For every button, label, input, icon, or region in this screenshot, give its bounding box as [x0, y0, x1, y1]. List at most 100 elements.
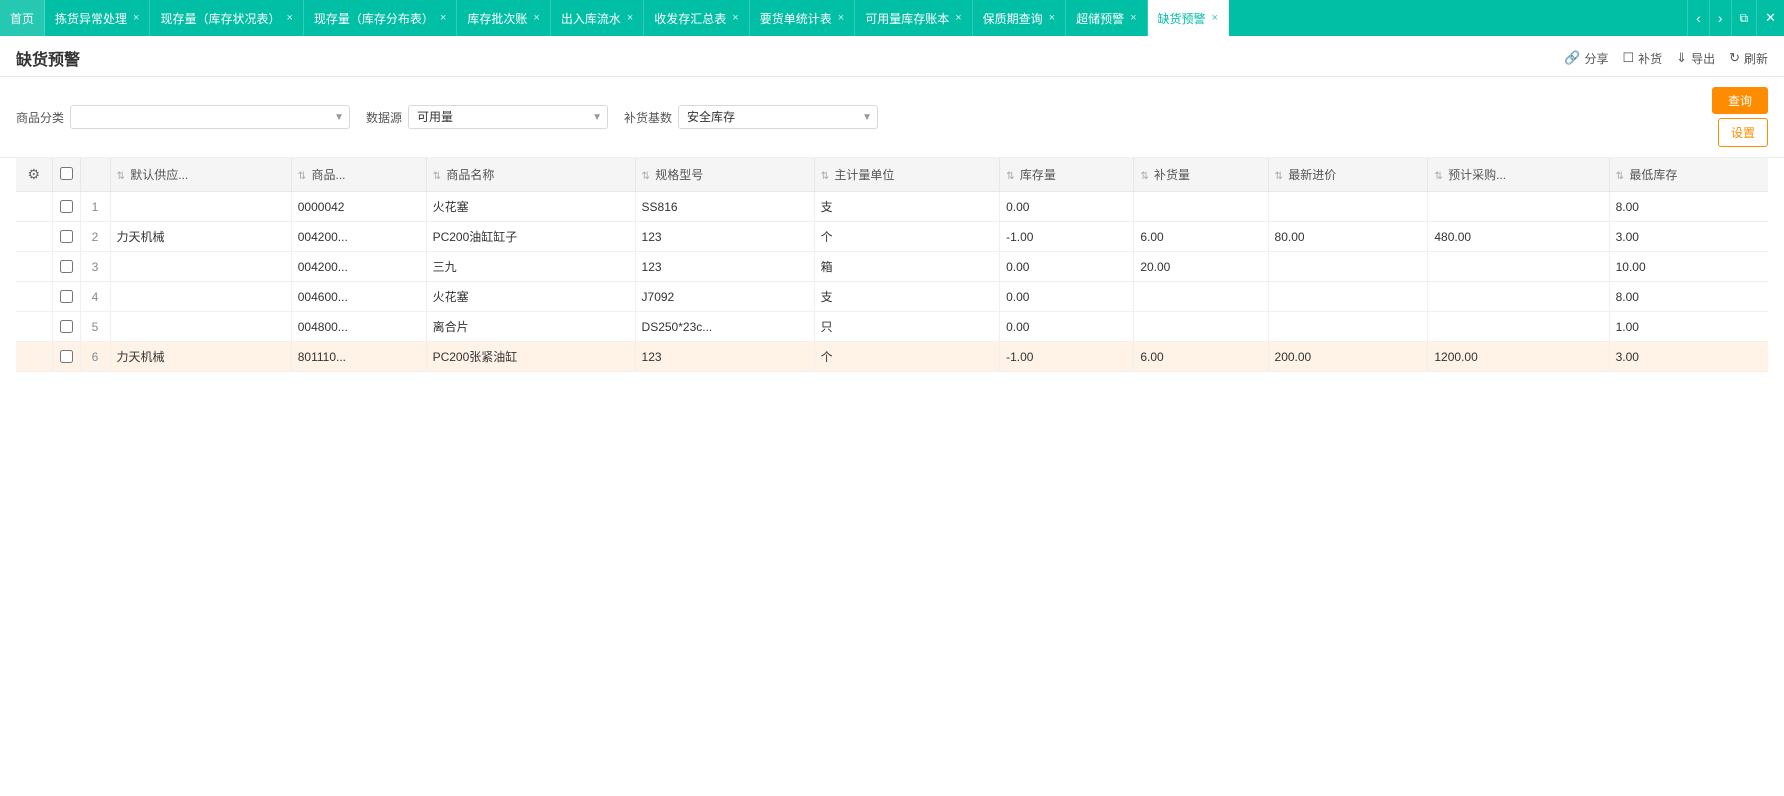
- export-button[interactable]: ⇓ 导出: [1676, 50, 1715, 67]
- row-spec-model-cell: 123: [635, 342, 814, 372]
- row-checkbox-cell[interactable]: [52, 192, 80, 222]
- row-replenish-cell: [1134, 282, 1268, 312]
- nav-tab-close-receipt-summary[interactable]: ×: [732, 12, 738, 24]
- row-checkbox-5[interactable]: [60, 350, 73, 363]
- row-checkbox-cell[interactable]: [52, 222, 80, 252]
- row-checkbox-cell[interactable]: [52, 282, 80, 312]
- row-checkbox-cell[interactable]: [52, 312, 80, 342]
- category-label: 商品分类: [16, 109, 64, 126]
- spec-model-column-header[interactable]: ⇅ 规格型号: [635, 158, 814, 192]
- nav-tab-exception[interactable]: 拣货异常处理×: [45, 0, 150, 36]
- row-min-stock-cell: 10.00: [1609, 252, 1768, 282]
- row-checkbox-4[interactable]: [60, 320, 73, 333]
- product-code-sort-icon: ⇅: [298, 171, 306, 182]
- nav-tab-overstock[interactable]: 超储预警 ×: [1066, 0, 1147, 36]
- nav-tab-stock-status[interactable]: 现存量（库存状况表）×: [150, 0, 303, 36]
- nav-tab-stock-dist[interactable]: 现存量（库存分布表） ×: [304, 0, 457, 36]
- table-row: 2 力天机械 004200... PC200油缸缸子 123 个 -1.00 6…: [16, 222, 1768, 252]
- row-stock-cell: 0.00: [1000, 192, 1134, 222]
- nav-tab-close-exception[interactable]: ×: [133, 12, 139, 24]
- stock-column-header[interactable]: ⇅ 库存量: [1000, 158, 1134, 192]
- nav-tab-home[interactable]: 首页: [0, 0, 45, 36]
- settings-column-header[interactable]: ⚙: [16, 158, 52, 192]
- nav-restore-btn[interactable]: ⧉: [1731, 0, 1757, 36]
- nav-tab-receipt-summary[interactable]: 收发存汇总表×: [644, 0, 749, 36]
- min-stock-column-header[interactable]: ⇅ 最低库存: [1609, 158, 1768, 192]
- nav-tab-close-inout-flow[interactable]: ×: [627, 12, 633, 24]
- row-checkbox-0[interactable]: [60, 200, 73, 213]
- replenish-column-header[interactable]: ⇅ 补货量: [1134, 158, 1268, 192]
- row-unit-cell: 只: [814, 312, 1000, 342]
- nav-tab-close-stock-dist[interactable]: ×: [440, 12, 446, 24]
- row-latest-price-cell: [1268, 312, 1428, 342]
- nav-tab-inout-flow[interactable]: 出入库流水 ×: [551, 0, 644, 36]
- default-supplier-column-header[interactable]: ⇅ 默认供应...: [110, 158, 291, 192]
- row-checkbox-1[interactable]: [60, 230, 73, 243]
- spec-sort-icon: ⇅: [642, 171, 650, 182]
- category-select[interactable]: [70, 105, 350, 129]
- latest-price-column-header[interactable]: ⇅ 最新进价: [1268, 158, 1428, 192]
- category-select-wrapper: ▼: [70, 105, 350, 129]
- nav-tab-label: 超储预警: [1076, 10, 1124, 27]
- row-settings-cell: [16, 312, 52, 342]
- nav-tab-close-overstock[interactable]: ×: [1130, 12, 1136, 24]
- product-code-column-header[interactable]: ⇅ 商品...: [291, 158, 426, 192]
- column-settings-gear-icon[interactable]: ⚙: [27, 166, 40, 183]
- checkbox-column-header[interactable]: [52, 158, 80, 192]
- nav-tab-label: 出入库流水: [561, 10, 621, 27]
- est-purchase-column-header[interactable]: ⇅ 预计采购...: [1428, 158, 1609, 192]
- nav-tab-close-stock-status[interactable]: ×: [286, 12, 292, 24]
- row-product-code-cell: 004200...: [291, 252, 426, 282]
- row-supplier-cell: [110, 252, 291, 282]
- nav-tab-close-available-ledger[interactable]: ×: [955, 12, 961, 24]
- row-num-cell: 1: [80, 192, 110, 222]
- row-num-cell: 3: [80, 252, 110, 282]
- row-est-purchase-cell: [1428, 312, 1609, 342]
- row-replenish-cell: [1134, 192, 1268, 222]
- row-checkbox-3[interactable]: [60, 290, 73, 303]
- replenish-icon: ☐: [1622, 50, 1634, 66]
- row-checkbox-cell[interactable]: [52, 252, 80, 282]
- nav-tab-label: 现存量（库存分布表）: [314, 10, 434, 27]
- stock-sort-icon: ⇅: [1006, 171, 1014, 182]
- table-row: 4 004600... 火花塞 J7092 支 0.00 8.00: [16, 282, 1768, 312]
- row-product-code-cell: 004200...: [291, 222, 426, 252]
- nav-tab-batch-account[interactable]: 库存批次账×: [457, 0, 550, 36]
- export-label: 导出: [1691, 50, 1715, 67]
- unit-column-header[interactable]: ⇅ 主计量单位: [814, 158, 1000, 192]
- settings-button[interactable]: 设置: [1718, 118, 1768, 147]
- datasource-label: 数据源: [366, 109, 402, 126]
- unit-sort-icon: ⇅: [821, 171, 829, 182]
- datasource-select[interactable]: 可用量: [408, 105, 608, 129]
- product-name-column-header[interactable]: ⇅ 商品名称: [426, 158, 635, 192]
- nav-prev-arrow[interactable]: ‹: [1687, 0, 1709, 36]
- replenish-button[interactable]: ☐ 补货: [1622, 50, 1662, 67]
- refresh-icon: ↻: [1729, 50, 1740, 66]
- nav-tab-shortage[interactable]: 缺货预警×: [1148, 0, 1229, 36]
- nav-tab-expiry-query[interactable]: 保质期查询×: [973, 0, 1066, 36]
- nav-tab-requisition-stat[interactable]: 要货单统计表×: [750, 0, 855, 36]
- row-product-code-cell: 004600...: [291, 282, 426, 312]
- row-replenish-cell: [1134, 312, 1268, 342]
- product-name-sort-icon: ⇅: [433, 171, 441, 182]
- row-unit-cell: 支: [814, 192, 1000, 222]
- share-button[interactable]: 🔗 分享: [1564, 50, 1608, 67]
- nav-tab-close-batch-account[interactable]: ×: [533, 12, 539, 24]
- refresh-button[interactable]: ↻ 刷新: [1729, 50, 1768, 67]
- row-checkbox-cell[interactable]: [52, 342, 80, 372]
- nav-close-btn[interactable]: ✕: [1756, 0, 1784, 36]
- query-button[interactable]: 查询: [1712, 87, 1768, 114]
- row-checkbox-2[interactable]: [60, 260, 73, 273]
- nav-tab-close-shortage[interactable]: ×: [1212, 12, 1218, 24]
- nav-tab-close-requisition-stat[interactable]: ×: [838, 12, 844, 24]
- nav-tab-close-expiry-query[interactable]: ×: [1049, 12, 1055, 24]
- replenish-base-select[interactable]: 安全库存: [678, 105, 878, 129]
- nav-tab-available-ledger[interactable]: 可用量库存账本×: [855, 0, 972, 36]
- nav-tab-label: 首页: [10, 10, 34, 27]
- replenish-base-filter-group: 补货基数 安全库存 ▼: [624, 105, 878, 129]
- row-latest-price-cell: [1268, 252, 1428, 282]
- nav-next-arrow[interactable]: ›: [1709, 0, 1731, 36]
- row-unit-cell: 箱: [814, 252, 1000, 282]
- row-min-stock-cell: 3.00: [1609, 342, 1768, 372]
- select-all-checkbox[interactable]: [60, 167, 73, 180]
